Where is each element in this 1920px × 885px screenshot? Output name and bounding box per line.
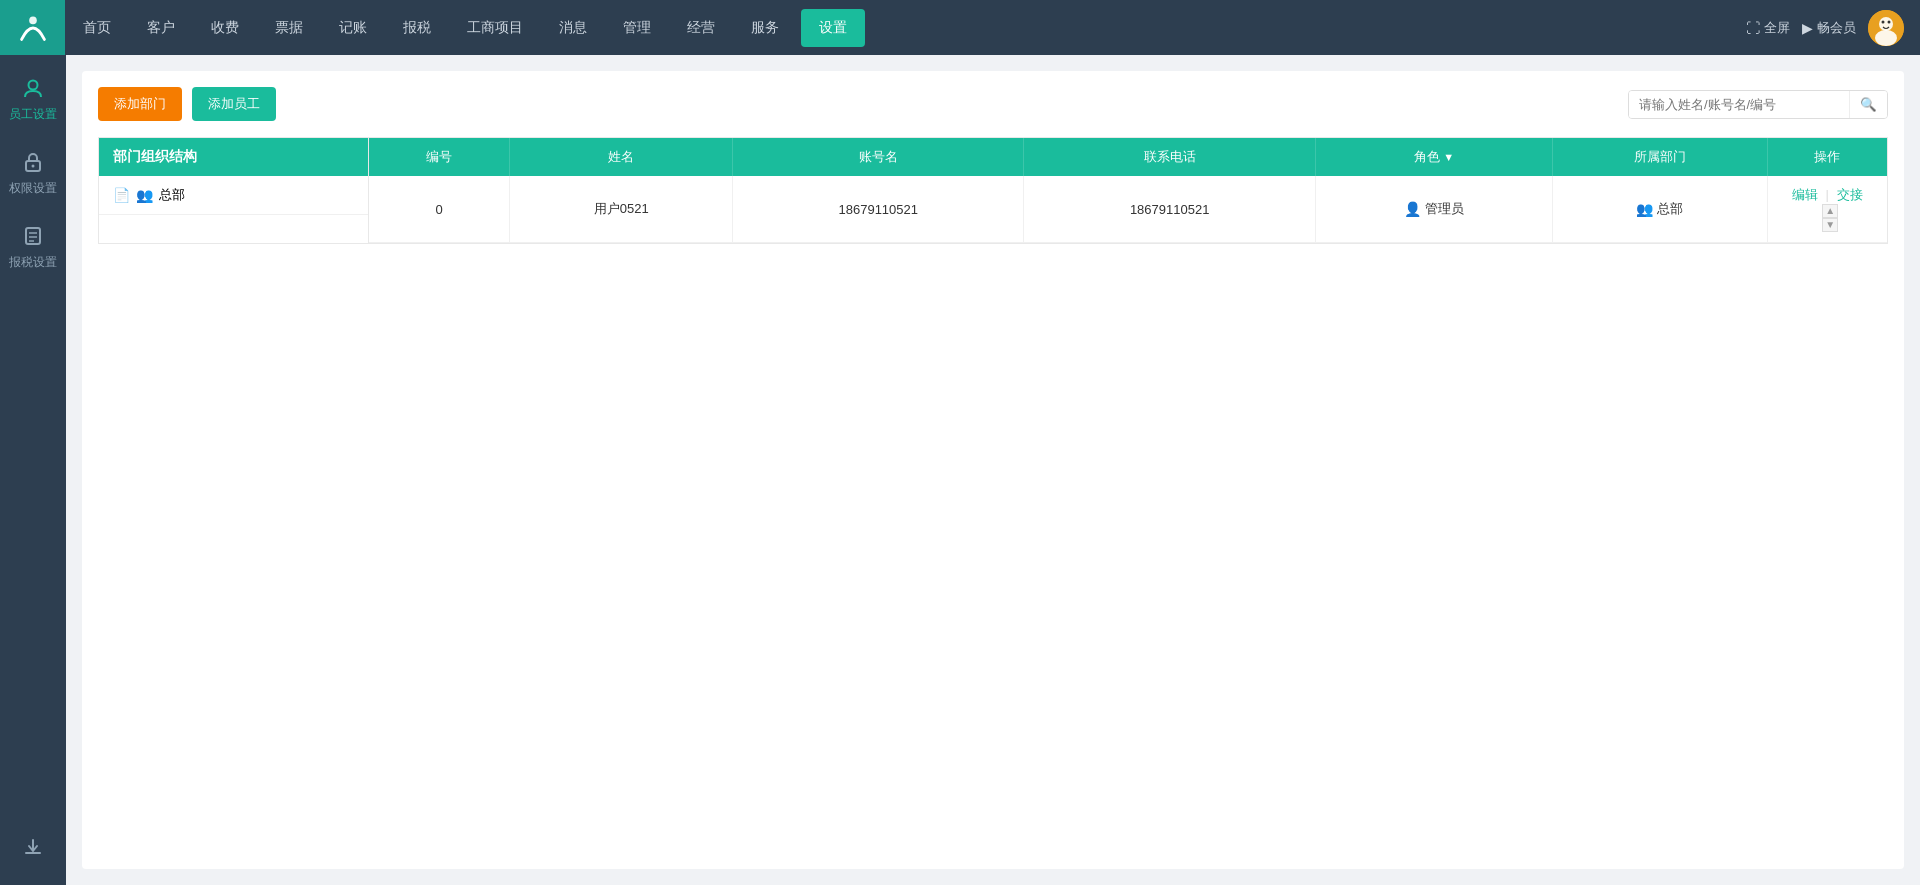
table-row: 0 用户0521 18679110521 18679110521 👤 管理员 [369, 176, 1887, 243]
search-box: 🔍 [1628, 90, 1888, 119]
svg-point-0 [29, 16, 37, 24]
content-panel: 添加部门 添加员工 🔍 部门组织结构 📄 👥 [82, 71, 1904, 869]
edit-link[interactable]: 编辑 [1792, 187, 1818, 202]
download-icon [22, 836, 44, 861]
col-number: 编号 [369, 138, 510, 176]
nav-item-service[interactable]: 服务 [733, 0, 797, 55]
sidebar-label-tax: 报税设置 [9, 254, 57, 271]
svg-point-5 [1888, 20, 1891, 23]
nav-item-manage[interactable]: 管理 [605, 0, 669, 55]
staff-table: 编号 姓名 账号名 联系电话 角色 ▼ 所属部门 操作 [369, 138, 1887, 243]
sidebar-label-staff: 员工设置 [9, 106, 57, 123]
action-sep: | [1826, 187, 1829, 202]
cell-number: 0 [369, 176, 510, 243]
vip-label: 畅会员 [1817, 19, 1856, 37]
dept-tree-header: 部门组织结构 [99, 138, 368, 176]
dept-user-icon: 👥 [136, 187, 153, 203]
scroll-down-btn[interactable]: ▼ [1822, 218, 1838, 232]
sidebar-bottom [0, 824, 66, 885]
lock-icon [22, 151, 44, 176]
staff-icon [22, 77, 44, 102]
cell-action: 编辑 | 交接 ▲ ▼ [1767, 176, 1887, 243]
scroll-up-btn[interactable]: ▲ [1822, 204, 1838, 218]
filter-icon[interactable]: ▼ [1443, 151, 1454, 163]
nav-item-invoice[interactable]: 票据 [257, 0, 321, 55]
dept-user-icon-cell: 👥 [1636, 201, 1653, 217]
transfer-link[interactable]: 交接 [1837, 187, 1863, 202]
dept-tree: 部门组织结构 📄 👥 总部 [99, 138, 369, 243]
sidebar-download-btn[interactable] [0, 824, 66, 873]
col-account: 账号名 [733, 138, 1024, 176]
col-role: 角色 ▼ [1315, 138, 1552, 176]
col-dept: 所属部门 [1552, 138, 1767, 176]
table-header-row: 编号 姓名 账号名 联系电话 角色 ▼ 所属部门 操作 [369, 138, 1887, 176]
cell-account: 18679110521 [733, 176, 1024, 243]
col-action: 操作 [1767, 138, 1887, 176]
toolbar-left: 添加部门 添加员工 [98, 87, 276, 121]
nav-item-bizproject[interactable]: 工商项目 [449, 0, 541, 55]
vip-btn[interactable]: ▶ 畅会员 [1802, 19, 1856, 37]
add-dept-button[interactable]: 添加部门 [98, 87, 182, 121]
dept-item-label: 总部 [159, 186, 185, 204]
nav-item-accounting[interactable]: 记账 [321, 0, 385, 55]
svg-point-4 [1882, 20, 1885, 23]
nav-right: ⛶ 全屏 ▶ 畅会员 [1746, 10, 1920, 46]
main-content: 添加部门 添加员工 🔍 部门组织结构 📄 👥 [66, 55, 1920, 885]
toolbar: 添加部门 添加员工 🔍 [98, 87, 1888, 121]
table-area: 编号 姓名 账号名 联系电话 角色 ▼ 所属部门 操作 [369, 138, 1887, 243]
nav-item-settings[interactable]: 设置 [801, 9, 865, 47]
dept-tree-item-general[interactable]: 📄 👥 总部 [99, 176, 368, 215]
role-label: 管理员 [1425, 200, 1464, 218]
sidebar-item-staff-settings[interactable]: 员工设置 [0, 65, 66, 135]
search-button[interactable]: 🔍 [1849, 91, 1887, 118]
col-phone: 联系电话 [1024, 138, 1315, 176]
sidebar-item-tax-settings[interactable]: 报税设置 [0, 213, 66, 283]
nav-items: 首页 客户 收费 票据 记账 报税 工商项目 消息 管理 经营 服务 设置 [65, 0, 1746, 55]
nav-item-tax[interactable]: 报税 [385, 0, 449, 55]
logo[interactable] [0, 0, 65, 55]
body-area: 部门组织结构 📄 👥 总部 编号 姓名 账号名 [98, 137, 1888, 244]
avatar[interactable] [1868, 10, 1904, 46]
sidebar: 员工设置 权限设置 报税设置 [0, 55, 66, 885]
table-body: 0 用户0521 18679110521 18679110521 👤 管理员 [369, 176, 1887, 243]
add-staff-button[interactable]: 添加员工 [192, 87, 276, 121]
dept-label: 总部 [1657, 200, 1683, 218]
cell-dept: 👥 总部 [1552, 176, 1767, 243]
svg-point-3 [1875, 30, 1897, 46]
col-name: 姓名 [510, 138, 733, 176]
layout: 员工设置 权限设置 报税设置 [0, 55, 1920, 885]
sidebar-label-permission: 权限设置 [9, 180, 57, 197]
vip-icon: ▶ [1802, 20, 1813, 36]
nav-item-customer[interactable]: 客户 [129, 0, 193, 55]
search-input[interactable] [1629, 91, 1849, 118]
fullscreen-label: 全屏 [1764, 19, 1790, 37]
cell-phone: 18679110521 [1024, 176, 1315, 243]
role-user-icon: 👤 [1404, 201, 1421, 217]
svg-point-8 [32, 165, 35, 168]
nav-item-home[interactable]: 首页 [65, 0, 129, 55]
search-icon: 🔍 [1860, 97, 1877, 112]
top-nav: 首页 客户 收费 票据 记账 报税 工商项目 消息 管理 经营 服务 设置 ⛶ … [0, 0, 1920, 55]
scroll-controls: ▲ ▼ [1822, 204, 1838, 232]
fullscreen-icon: ⛶ [1746, 20, 1760, 36]
nav-item-operation[interactable]: 经营 [669, 0, 733, 55]
file-icon: 📄 [113, 187, 130, 203]
cell-role: 👤 管理员 [1315, 176, 1552, 243]
fullscreen-btn[interactable]: ⛶ 全屏 [1746, 19, 1790, 37]
svg-point-6 [29, 81, 38, 90]
sidebar-item-permission-settings[interactable]: 权限设置 [0, 139, 66, 209]
tax-icon [22, 225, 44, 250]
nav-item-fee[interactable]: 收费 [193, 0, 257, 55]
nav-item-message[interactable]: 消息 [541, 0, 605, 55]
cell-name: 用户0521 [510, 176, 733, 243]
